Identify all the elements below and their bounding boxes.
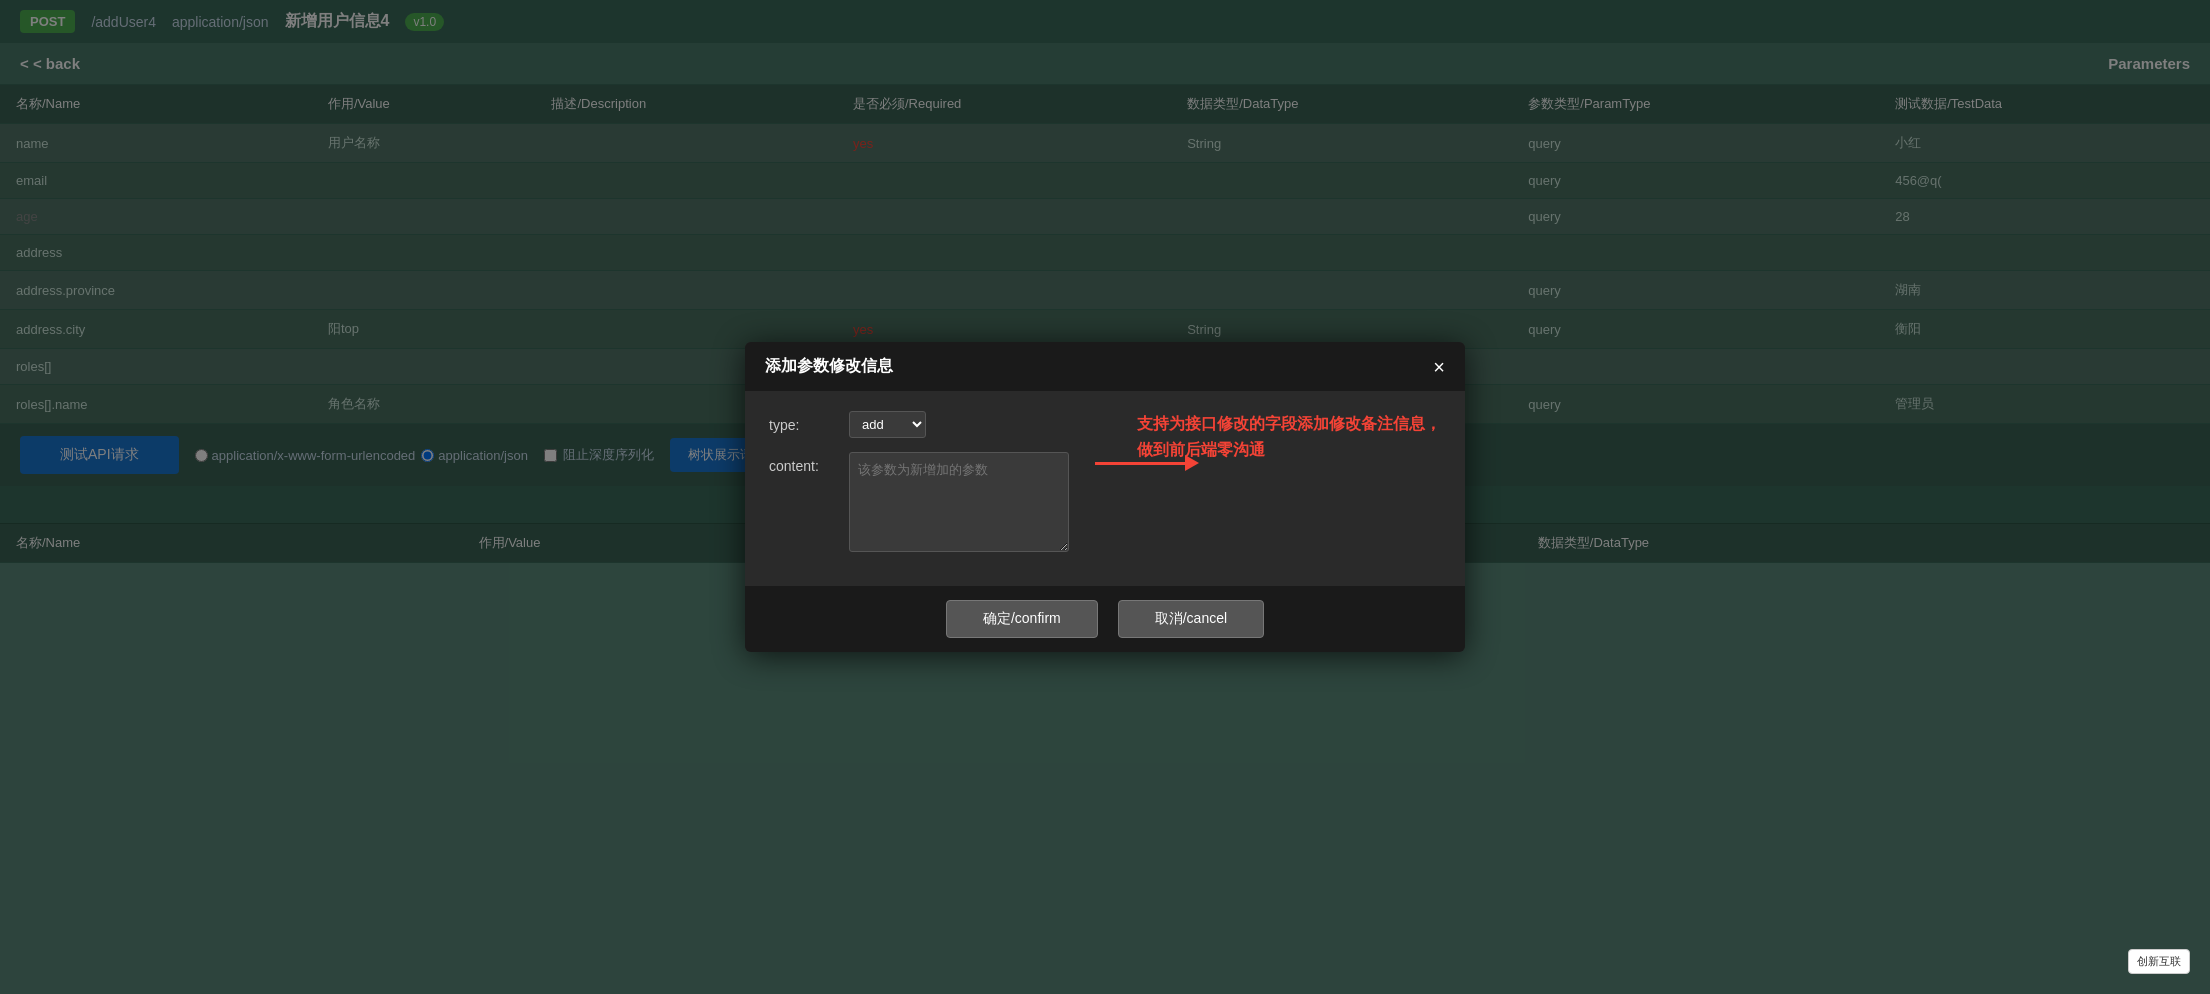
modal-header: 添加参数修改信息 × xyxy=(745,342,1465,391)
red-arrow xyxy=(1095,455,1199,471)
arrow-head xyxy=(1185,455,1199,471)
type-label: type: xyxy=(769,411,839,433)
modal-dialog: 添加参数修改信息 × type: add modify delete conte… xyxy=(745,342,1465,563)
annotation-line2: 做到前后端零沟通 xyxy=(1137,441,1265,458)
arrow-line xyxy=(1095,462,1185,465)
modal-form: type: add modify delete content: xyxy=(769,411,1069,563)
content-row: content: xyxy=(769,452,1069,552)
modal-overlay: 添加参数修改信息 × type: add modify delete conte… xyxy=(0,0,2210,563)
modal-title: 添加参数修改信息 xyxy=(765,356,893,377)
modal-body: type: add modify delete content: xyxy=(745,391,1465,563)
type-select[interactable]: add modify delete xyxy=(849,411,926,438)
annotation-line1: 支持为接口修改的字段添加修改备注信息， xyxy=(1137,415,1441,432)
modal-close-button[interactable]: × xyxy=(1433,357,1445,377)
type-row: type: add modify delete xyxy=(769,411,1069,438)
content-label: content: xyxy=(769,452,839,474)
modal-annotation: 支持为接口修改的字段添加修改备注信息， 做到前后端零沟通 xyxy=(1137,411,1441,462)
content-textarea[interactable] xyxy=(849,452,1069,552)
